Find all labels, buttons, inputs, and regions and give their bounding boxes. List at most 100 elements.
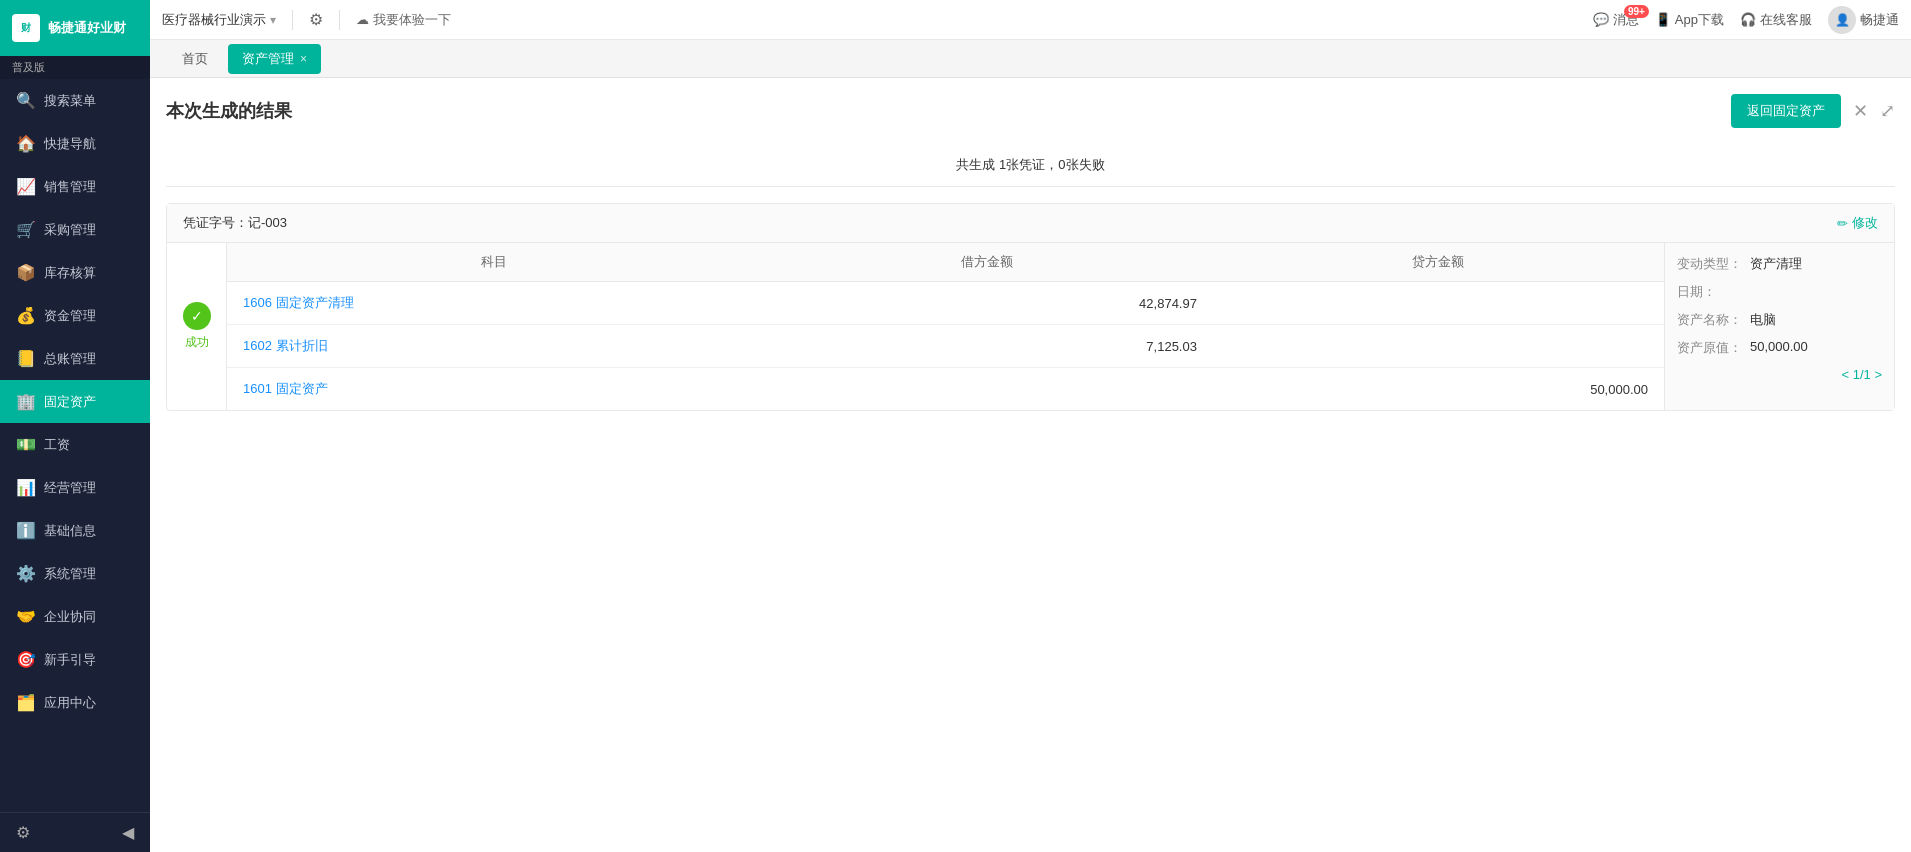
date-label: 日期： — [1677, 283, 1716, 301]
home-icon: 🏠 — [16, 134, 34, 153]
header-debit: 借方金额 — [762, 243, 1213, 281]
row2-debit: 7,125.03 — [762, 327, 1213, 366]
online-service-button[interactable]: 🎧 在线客服 — [1740, 11, 1812, 29]
cloud-icon: ☁ — [356, 12, 369, 27]
topbar-divider-1 — [292, 10, 293, 30]
sidebar-item-apps[interactable]: 🗂️ 应用中心 — [0, 681, 150, 724]
tabbar: 首页 资产管理 × — [150, 40, 1911, 78]
sidebar-footer: ⚙ ◀ — [0, 812, 150, 852]
search-icon: 🔍 — [16, 91, 34, 110]
status-cell: ✓ 成功 — [167, 243, 227, 410]
sidebar-item-label: 搜索菜单 — [44, 92, 96, 110]
side-info-panel: 变动类型： 资产清理 日期： 资产名称： 电脑 资产原值： 50,000.00 — [1664, 243, 1894, 410]
page-nav[interactable]: < 1/1 > — [1677, 367, 1882, 382]
sidebar-item-search[interactable]: 🔍 搜索菜单 — [0, 79, 150, 122]
settings-footer-icon[interactable]: ⚙ — [16, 823, 30, 842]
phone-icon: 📱 — [1655, 12, 1671, 27]
sidebar-item-payroll[interactable]: 💵 工资 — [0, 423, 150, 466]
row2-subject[interactable]: 1602 累计折旧 — [227, 325, 762, 367]
summary-bar: 共生成 1张凭证，0张失败 — [166, 144, 1895, 187]
close-panel-icon[interactable]: ✕ — [1853, 100, 1868, 122]
ops-icon: 📊 — [16, 478, 34, 497]
sidebar-item-collab[interactable]: 🤝 企业协同 — [0, 595, 150, 638]
sidebar-item-ledger[interactable]: 📒 总账管理 — [0, 337, 150, 380]
collab-icon: 🤝 — [16, 607, 34, 626]
row1-debit: 42,874.97 — [762, 284, 1213, 323]
panel-header: 本次生成的结果 返回固定资产 ✕ ⤢ — [166, 94, 1895, 128]
company-selector[interactable]: 医疗器械行业演示 ▾ — [162, 11, 276, 29]
date-row: 日期： — [1677, 283, 1882, 301]
messages-badge: 99+ — [1624, 5, 1649, 18]
app-download-button[interactable]: 📱 App下载 — [1655, 11, 1724, 29]
main-area: 医疗器械行业演示 ▾ ⚙ ☁ 我要体验一下 💬 消息 99+ 📱 App下载 🎧… — [150, 0, 1911, 852]
voucher-number: 凭证字号：记-003 — [183, 214, 287, 232]
purchase-icon: 🛒 — [16, 220, 34, 239]
status-text: 成功 — [185, 334, 209, 351]
guide-icon: 🎯 — [16, 650, 34, 669]
topbar: 医疗器械行业演示 ▾ ⚙ ☁ 我要体验一下 💬 消息 99+ 📱 App下载 🎧… — [150, 0, 1911, 40]
dropdown-icon: ▾ — [270, 13, 276, 27]
asset-name-value: 电脑 — [1750, 311, 1776, 329]
asset-name-label: 资产名称： — [1677, 311, 1742, 329]
settings-icon[interactable]: ⚙ — [309, 10, 323, 29]
tab-close-icon[interactable]: × — [300, 52, 307, 66]
expand-icon[interactable]: ⤢ — [1880, 100, 1895, 122]
row3-debit — [762, 377, 1213, 401]
return-button[interactable]: 返回固定资产 — [1731, 94, 1841, 128]
row1-subject[interactable]: 1606 固定资产清理 — [227, 282, 762, 324]
fixed-assets-icon: 🏢 — [16, 392, 34, 411]
table-row: 1601 固定资产 50,000.00 — [227, 368, 1664, 410]
sidebar-item-fixed-assets[interactable]: 🏢 固定资产 — [0, 380, 150, 423]
sidebar-item-system[interactable]: ⚙️ 系统管理 — [0, 552, 150, 595]
sidebar-nav: 🔍 搜索菜单 🏠 快捷导航 📈 销售管理 🛒 采购管理 📦 库存核算 💰 资金管… — [0, 79, 150, 812]
company-name: 医疗器械行业演示 — [162, 11, 266, 29]
sidebar-item-ops[interactable]: 📊 经营管理 — [0, 466, 150, 509]
change-type-row: 变动类型： 资产清理 — [1677, 255, 1882, 273]
sidebar-logo: 财 畅捷通好业财 — [0, 0, 150, 56]
basic-icon: ℹ️ — [16, 521, 34, 540]
summary-text: 共生成 1张凭证，0张失败 — [956, 157, 1104, 172]
topbar-divider-2 — [339, 10, 340, 30]
user-menu[interactable]: 👤 畅捷通 — [1828, 6, 1899, 34]
finance-icon: 💰 — [16, 306, 34, 325]
voucher-body: ✓ 成功 科目 借方金额 贷方金额 1606 固定资产清理 42,874.97 — [167, 243, 1894, 410]
sidebar-item-basic[interactable]: ℹ️ 基础信息 — [0, 509, 150, 552]
sidebar-item-sales[interactable]: 📈 销售管理 — [0, 165, 150, 208]
sidebar: 财 畅捷通好业财 普及版 🔍 搜索菜单 🏠 快捷导航 📈 销售管理 🛒 采购管理… — [0, 0, 150, 852]
ledger-icon: 📒 — [16, 349, 34, 368]
tab-asset-management[interactable]: 资产管理 × — [228, 44, 321, 74]
avatar: 👤 — [1828, 6, 1856, 34]
edition-label: 普及版 — [0, 56, 150, 79]
message-icon: 💬 — [1593, 12, 1609, 27]
edit-button[interactable]: ✏ 修改 — [1837, 214, 1878, 232]
apps-icon: 🗂️ — [16, 693, 34, 712]
content-area: 本次生成的结果 返回固定资产 ✕ ⤢ 共生成 1张凭证，0张失败 凭证字号：记-… — [150, 78, 1911, 852]
voucher-table: 科目 借方金额 贷方金额 1606 固定资产清理 42,874.97 1602 … — [227, 243, 1664, 410]
row2-credit — [1213, 334, 1664, 358]
messages-button[interactable]: 💬 消息 99+ — [1593, 11, 1639, 29]
table-row: 1606 固定资产清理 42,874.97 — [227, 282, 1664, 325]
tab-home[interactable]: 首页 — [166, 44, 224, 74]
asset-name-row: 资产名称： 电脑 — [1677, 311, 1882, 329]
logo-icon: 财 — [12, 14, 40, 42]
service-icon: 🎧 — [1740, 12, 1756, 27]
change-type-value: 资产清理 — [1750, 255, 1802, 273]
edit-icon: ✏ — [1837, 216, 1848, 231]
sidebar-item-quick-nav[interactable]: 🏠 快捷导航 — [0, 122, 150, 165]
payroll-icon: 💵 — [16, 435, 34, 454]
collapse-icon[interactable]: ◀ — [122, 823, 134, 842]
row3-subject[interactable]: 1601 固定资产 — [227, 368, 762, 410]
asset-value-row: 资产原值： 50,000.00 — [1677, 339, 1882, 357]
table-row: 1602 累计折旧 7,125.03 — [227, 325, 1664, 368]
change-type-label: 变动类型： — [1677, 255, 1742, 273]
sidebar-item-purchase[interactable]: 🛒 采购管理 — [0, 208, 150, 251]
success-icon: ✓ — [183, 302, 211, 330]
system-icon: ⚙️ — [16, 564, 34, 583]
sidebar-item-finance[interactable]: 💰 资金管理 — [0, 294, 150, 337]
experience-button[interactable]: ☁ 我要体验一下 — [356, 11, 451, 29]
asset-value-value: 50,000.00 — [1750, 339, 1808, 357]
sales-icon: 📈 — [16, 177, 34, 196]
sidebar-item-inventory[interactable]: 📦 库存核算 — [0, 251, 150, 294]
topbar-right: 💬 消息 99+ 📱 App下载 🎧 在线客服 👤 畅捷通 — [1593, 6, 1899, 34]
sidebar-item-guide[interactable]: 🎯 新手引导 — [0, 638, 150, 681]
